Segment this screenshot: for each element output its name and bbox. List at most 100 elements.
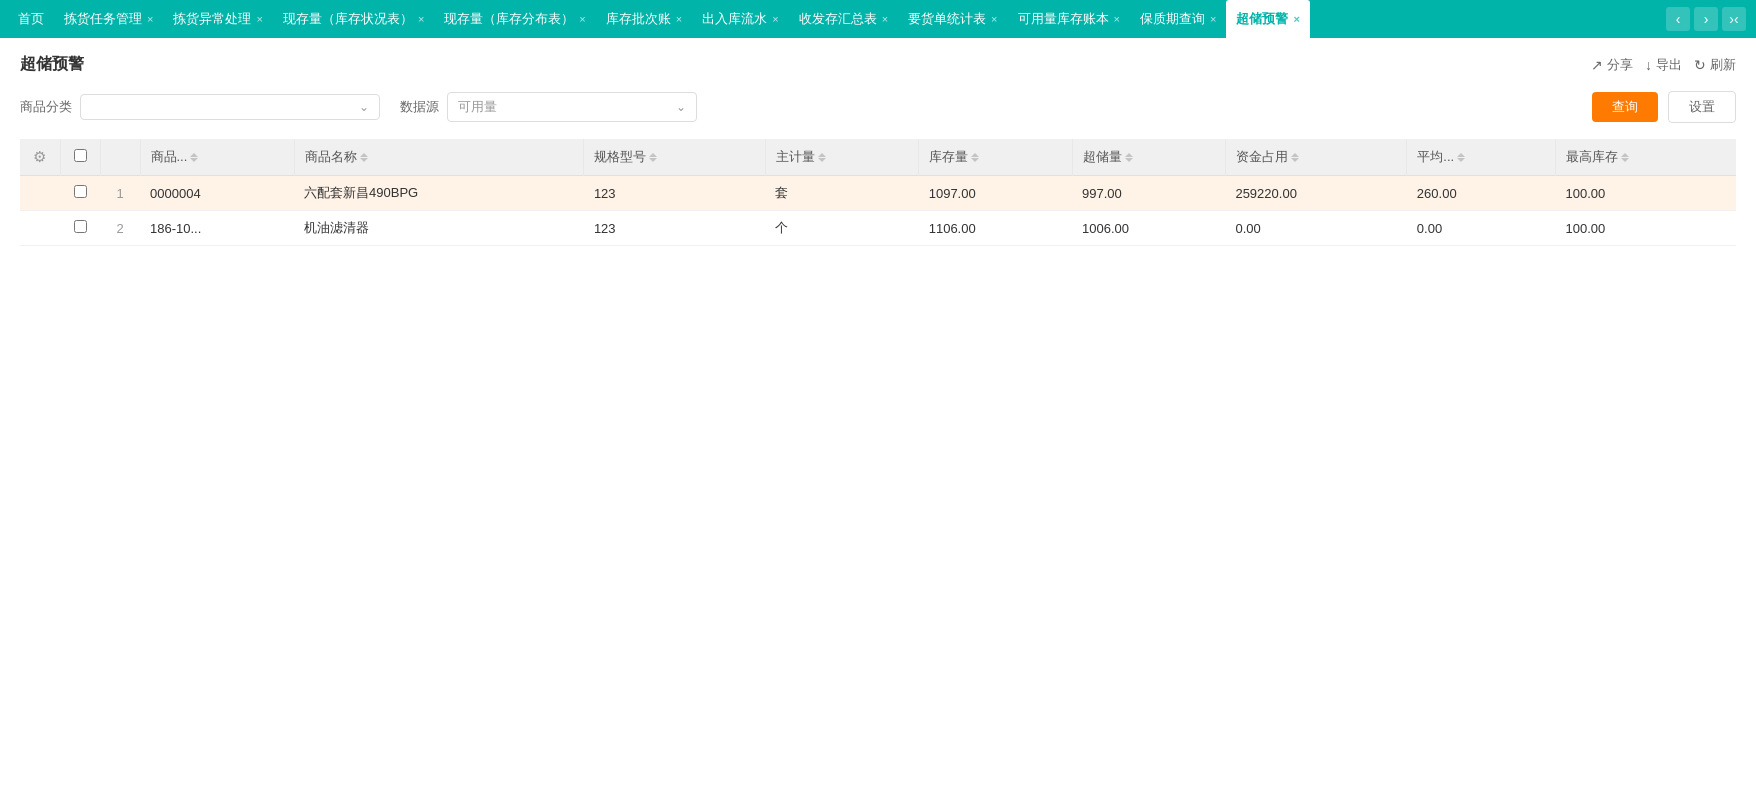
th-overstock[interactable]: 超储量 xyxy=(1072,139,1225,176)
nav-order-stats[interactable]: 要货单统计表 × xyxy=(898,0,1007,38)
close-pick-task[interactable]: × xyxy=(147,13,153,25)
datasource-filter: 数据源 可用量 ⌄ xyxy=(400,92,697,122)
datasource-label: 数据源 xyxy=(400,98,439,116)
query-button[interactable]: 查询 xyxy=(1592,92,1658,122)
close-order-stats[interactable]: × xyxy=(991,13,997,25)
row-overstock-0: 997.00 xyxy=(1072,176,1225,211)
close-inout-flow[interactable]: × xyxy=(772,13,778,25)
gear-icon[interactable]: ⚙ xyxy=(33,148,46,165)
th-num xyxy=(100,139,140,176)
nav-next-button[interactable]: › xyxy=(1694,7,1718,31)
sort-product-code-icon xyxy=(190,153,198,162)
row-gear-1 xyxy=(20,211,60,246)
th-product-name[interactable]: 商品名称 xyxy=(294,139,584,176)
export-button[interactable]: ↓ 导出 xyxy=(1645,56,1682,74)
settings-button[interactable]: 设置 xyxy=(1668,91,1736,123)
row-stock-1: 1106.00 xyxy=(919,211,1072,246)
row-unit-0: 套 xyxy=(765,176,918,211)
table-row: 1 0000004 六配套新昌490BPG 123 套 1097.00 997.… xyxy=(20,176,1736,211)
close-receive-summary[interactable]: × xyxy=(882,13,888,25)
th-stock[interactable]: 库存量 xyxy=(919,139,1072,176)
category-filter: 商品分类 ⌄ xyxy=(20,94,380,120)
export-icon: ↓ xyxy=(1645,57,1652,73)
close-inventory-status[interactable]: × xyxy=(418,13,424,25)
row-max-stock-0: 100.00 xyxy=(1556,176,1736,211)
row-spec-0: 123 xyxy=(584,176,765,211)
row-stock-0: 1097.00 xyxy=(919,176,1072,211)
row-capital-1: 0.00 xyxy=(1225,211,1406,246)
sort-avg-icon xyxy=(1457,153,1465,162)
row-gear-0 xyxy=(20,176,60,211)
th-checkbox xyxy=(60,139,100,176)
nav-receive-summary[interactable]: 收发存汇总表 × xyxy=(789,0,898,38)
row-num-1: 2 xyxy=(100,211,140,246)
refresh-button[interactable]: ↻ 刷新 xyxy=(1694,56,1736,74)
nav-inventory-dist[interactable]: 现存量（库存分布表） × xyxy=(434,0,595,38)
share-button[interactable]: ↗ 分享 xyxy=(1591,56,1633,74)
category-select[interactable]: ⌄ xyxy=(80,94,380,120)
datasource-value: 可用量 xyxy=(458,98,497,116)
row-capital-0: 259220.00 xyxy=(1225,176,1406,211)
row-spec-1: 123 xyxy=(584,211,765,246)
row-checkbox-1[interactable] xyxy=(74,220,87,233)
row-product-code-1: 186-10... xyxy=(140,211,294,246)
nav-batch-account[interactable]: 库存批次账 × xyxy=(596,0,692,38)
close-available-account[interactable]: × xyxy=(1114,13,1120,25)
filter-actions: 查询 设置 xyxy=(1592,91,1736,123)
row-max-stock-1: 100.00 xyxy=(1556,211,1736,246)
th-product-code[interactable]: 商品... xyxy=(140,139,294,176)
row-product-name-0: 六配套新昌490BPG xyxy=(294,176,584,211)
nav-expiry-query[interactable]: 保质期查询 × xyxy=(1130,0,1226,38)
sort-product-name-icon xyxy=(360,153,368,162)
sort-unit-icon xyxy=(818,153,826,162)
refresh-icon: ↻ xyxy=(1694,57,1706,73)
close-pick-abnormal[interactable]: × xyxy=(256,13,262,25)
th-capital[interactable]: 资金占用 xyxy=(1225,139,1406,176)
close-inventory-dist[interactable]: × xyxy=(579,13,585,25)
table-body: 1 0000004 六配套新昌490BPG 123 套 1097.00 997.… xyxy=(20,176,1736,246)
th-spec[interactable]: 规格型号 xyxy=(584,139,765,176)
close-batch-account[interactable]: × xyxy=(676,13,682,25)
row-avg-1: 0.00 xyxy=(1407,211,1556,246)
sort-capital-icon xyxy=(1291,153,1299,162)
nav-home[interactable]: 首页 xyxy=(8,0,54,38)
th-settings: ⚙ xyxy=(20,139,60,176)
table-header-row: ⚙ 商品... xyxy=(20,139,1736,176)
close-expiry-query[interactable]: × xyxy=(1210,13,1216,25)
row-product-name-1: 机油滤清器 xyxy=(294,211,584,246)
nav-pick-abnormal[interactable]: 拣货异常处理 × xyxy=(163,0,272,38)
datasource-select[interactable]: 可用量 ⌄ xyxy=(447,92,697,122)
row-checkbox-cell-0 xyxy=(60,176,100,211)
page-header: 超储预警 ↗ 分享 ↓ 导出 ↻ 刷新 xyxy=(20,54,1736,75)
table-row: 2 186-10... 机油滤清器 123 个 1106.00 1006.00 … xyxy=(20,211,1736,246)
row-num-0: 1 xyxy=(100,176,140,211)
header-actions: ↗ 分享 ↓ 导出 ↻ 刷新 xyxy=(1591,56,1736,74)
overstock-table: ⚙ 商品... xyxy=(20,139,1736,246)
th-avg[interactable]: 平均... xyxy=(1407,139,1556,176)
th-unit[interactable]: 主计量 xyxy=(765,139,918,176)
page-title: 超储预警 xyxy=(20,54,84,75)
nav-overstock-warning[interactable]: 超储预警 × xyxy=(1226,0,1309,38)
nav-pick-task[interactable]: 拣货任务管理 × xyxy=(54,0,163,38)
select-all-checkbox[interactable] xyxy=(74,149,87,162)
table-container: ⚙ 商品... xyxy=(20,139,1736,246)
row-unit-1: 个 xyxy=(765,211,918,246)
sort-max-stock-icon xyxy=(1621,153,1629,162)
row-product-code-0: 0000004 xyxy=(140,176,294,211)
category-label: 商品分类 xyxy=(20,98,72,116)
nav-more-button[interactable]: ›‹ xyxy=(1722,7,1746,31)
nav-arrows-container: ‹ › ›‹ xyxy=(1664,7,1748,31)
row-overstock-1: 1006.00 xyxy=(1072,211,1225,246)
row-avg-0: 260.00 xyxy=(1407,176,1556,211)
nav-prev-button[interactable]: ‹ xyxy=(1666,7,1690,31)
th-max-stock[interactable]: 最高库存 xyxy=(1556,139,1736,176)
nav-inventory-status[interactable]: 现存量（库存状况表） × xyxy=(273,0,434,38)
sort-spec-icon xyxy=(649,153,657,162)
chevron-down-icon: ⌄ xyxy=(359,100,369,114)
close-overstock-warning[interactable]: × xyxy=(1293,13,1299,25)
nav-inout-flow[interactable]: 出入库流水 × xyxy=(692,0,788,38)
nav-available-account[interactable]: 可用量库存账本 × xyxy=(1008,0,1130,38)
row-checkbox-0[interactable] xyxy=(74,185,87,198)
share-icon: ↗ xyxy=(1591,57,1603,73)
sort-overstock-icon xyxy=(1125,153,1133,162)
